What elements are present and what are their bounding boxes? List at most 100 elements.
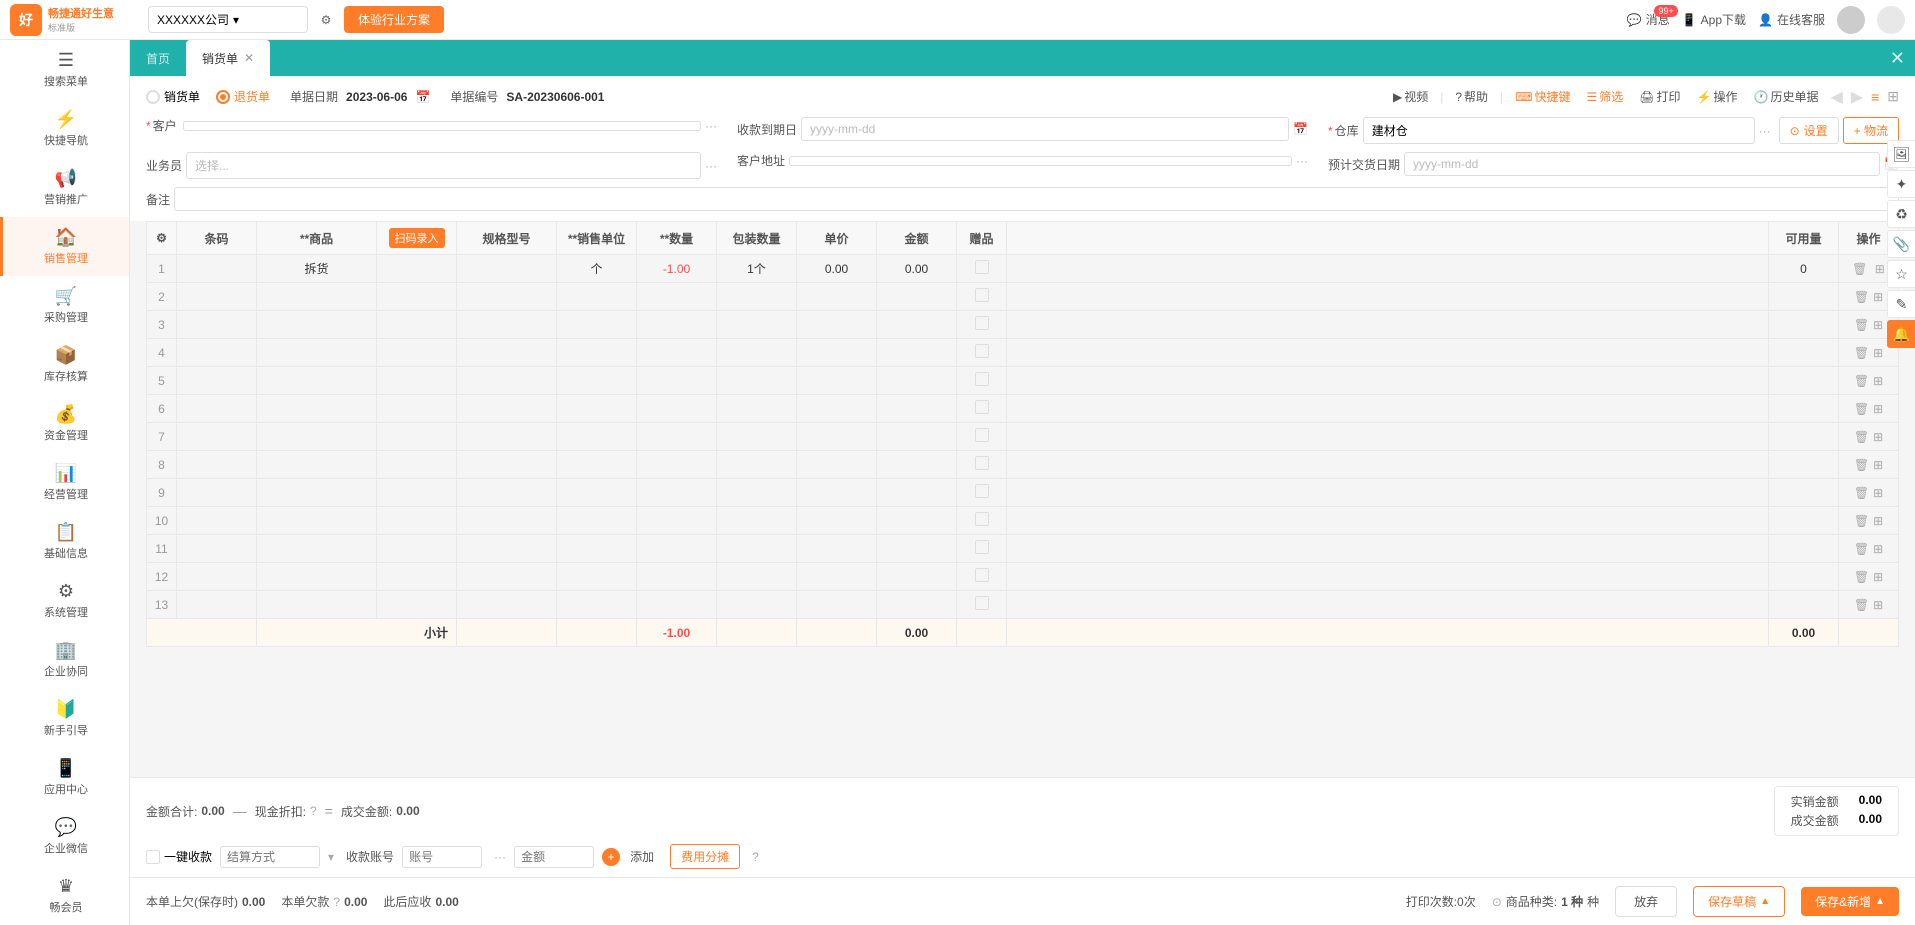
delete-icon[interactable]: 🗑: [1854, 486, 1869, 500]
goods-type-icon[interactable]: ⊙: [1492, 895, 1502, 909]
company-selector[interactable]: XXXXXX公司 ▾: [148, 6, 308, 33]
owe-help-icon[interactable]: ?: [333, 895, 340, 909]
discard-button[interactable]: 放弃: [1615, 886, 1677, 917]
message-btn[interactable]: 💬 消息 99+: [1627, 11, 1670, 28]
customer-input[interactable]: [183, 121, 701, 131]
delivery-date-input[interactable]: yyyy-mm-dd: [1404, 152, 1880, 176]
cell-note[interactable]: [1007, 255, 1769, 283]
copy-icon[interactable]: ⊞: [1873, 570, 1883, 584]
gift-checkbox[interactable]: [975, 400, 989, 414]
sidebar-item-member[interactable]: ♛ 畅会员: [0, 866, 129, 925]
action-btn-5[interactable]: ☆: [1887, 260, 1915, 288]
ops-btn[interactable]: ⚡ 操作: [1693, 86, 1742, 107]
cell-pkg-qty[interactable]: 1个: [717, 255, 797, 283]
help-btn[interactable]: ? 帮助: [1451, 86, 1492, 107]
action-btn-4[interactable]: 📎: [1887, 230, 1915, 258]
gift-checkbox[interactable]: [975, 568, 989, 582]
cell-product[interactable]: 拆货: [257, 255, 377, 283]
warehouse-ellipsis-icon[interactable]: ···: [1759, 124, 1771, 138]
radio-return[interactable]: 退货单: [216, 88, 270, 105]
filter-btn[interactable]: ☰ 筛选: [1583, 86, 1628, 107]
online-service-btn[interactable]: 👤 在线客服: [1758, 11, 1825, 28]
expense-split-button[interactable]: 费用分摊: [670, 844, 740, 869]
copy-icon[interactable]: ⊞: [1873, 374, 1883, 388]
delete-icon[interactable]: 🗑: [1852, 262, 1867, 276]
gift-checkbox[interactable]: [975, 288, 989, 302]
gift-checkbox[interactable]: [975, 456, 989, 470]
print-btn[interactable]: 🖨 打印: [1635, 86, 1684, 107]
trial-button[interactable]: 体验行业方案: [344, 6, 444, 33]
gift-checkbox[interactable]: [975, 344, 989, 358]
copy-icon[interactable]: ⊞: [1873, 402, 1883, 416]
sidebar-item-quicknav[interactable]: ⚡ 快捷导航: [0, 99, 129, 158]
user-avatar[interactable]: [1837, 6, 1865, 34]
copy-icon[interactable]: ⊞: [1873, 458, 1883, 472]
address-ellipsis-icon[interactable]: ···: [1296, 154, 1308, 168]
delete-icon[interactable]: 🗑: [1854, 374, 1869, 388]
copy-icon[interactable]: ⊞: [1873, 290, 1883, 304]
sidebar-item-sales[interactable]: 🏠 销售管理: [0, 217, 129, 276]
address-input[interactable]: [789, 156, 1292, 166]
sidebar-item-operations[interactable]: 📊 经营管理: [0, 453, 129, 512]
tab-sales-order[interactable]: 销货单 ✕: [186, 40, 270, 76]
gift-checkbox[interactable]: [975, 512, 989, 526]
delete-icon[interactable]: 🗑: [1854, 318, 1869, 332]
gift-checkbox[interactable]: [975, 316, 989, 330]
sidebar-item-marketing[interactable]: 📢 营销推广: [0, 158, 129, 217]
delete-icon[interactable]: 🗑: [1854, 598, 1869, 612]
save-new-button[interactable]: 保存&新增 ▲: [1801, 887, 1899, 916]
add-payment-button[interactable]: +: [602, 848, 620, 866]
copy-icon[interactable]: ⊞: [1873, 542, 1883, 556]
col-scan[interactable]: 扫码录入: [377, 222, 457, 255]
delete-icon[interactable]: 🗑: [1854, 346, 1869, 360]
delete-icon[interactable]: 🗑: [1854, 402, 1869, 416]
sidebar-item-basic[interactable]: 📋 基础信息: [0, 512, 129, 571]
account-input[interactable]: [402, 846, 482, 868]
method-dropdown-icon[interactable]: ▾: [328, 850, 334, 864]
gift-checkbox[interactable]: [975, 596, 989, 610]
gift-checkbox[interactable]: [975, 372, 989, 386]
shortcut-btn[interactable]: ⌨ 快捷键: [1511, 86, 1574, 107]
gift-checkbox[interactable]: [975, 540, 989, 554]
delete-icon[interactable]: 🗑: [1854, 514, 1869, 528]
copy-icon[interactable]: ⊞: [1873, 318, 1883, 332]
video-btn[interactable]: ▶ 视频: [1389, 86, 1432, 107]
delete-icon[interactable]: 🗑: [1854, 430, 1869, 444]
set-button[interactable]: ⊙ 设置: [1779, 117, 1839, 144]
sidebar-item-purchase[interactable]: 🛒 采购管理: [0, 276, 129, 335]
sidebar-item-wechat[interactable]: 💬 企业微信: [0, 807, 129, 866]
sidebar-item-enterprise[interactable]: 🏢 企业协同: [0, 630, 129, 689]
user-avatar-2[interactable]: [1877, 6, 1905, 34]
sidebar-item-system[interactable]: ⚙ 系统管理: [0, 571, 129, 630]
cell-spec[interactable]: [457, 255, 557, 283]
col-settings[interactable]: ⚙: [147, 222, 177, 255]
warehouse-input[interactable]: 建材仓: [1363, 117, 1755, 144]
due-date-calendar-icon[interactable]: 📅: [1293, 122, 1308, 136]
copy-icon[interactable]: ⊞: [1875, 262, 1885, 276]
payment-method-input[interactable]: [220, 846, 320, 868]
cell-qty[interactable]: -1.00: [637, 255, 717, 283]
delete-icon[interactable]: 🗑: [1854, 458, 1869, 472]
copy-icon[interactable]: ⊞: [1873, 430, 1883, 444]
tab-close-all-icon[interactable]: ✕: [1890, 48, 1905, 69]
amount-input[interactable]: [514, 846, 594, 868]
copy-icon[interactable]: ⊞: [1873, 514, 1883, 528]
action-btn-2[interactable]: ✦: [1887, 170, 1915, 198]
delete-icon[interactable]: 🗑: [1854, 290, 1869, 304]
action-btn-3[interactable]: ♻: [1887, 200, 1915, 228]
delete-icon[interactable]: 🗑: [1854, 542, 1869, 556]
one-click-payment-checkbox[interactable]: 一键收款: [146, 848, 212, 865]
action-btn-1[interactable]: 🖼: [1887, 140, 1915, 168]
customer-ellipsis-icon[interactable]: ···: [705, 119, 717, 133]
cell-gift[interactable]: [957, 255, 1007, 283]
help-circle-icon[interactable]: ?: [310, 804, 317, 818]
tab-home[interactable]: 首页: [130, 40, 186, 76]
scan-input-btn[interactable]: 扫码录入: [389, 228, 445, 248]
gift-checkbox[interactable]: [975, 260, 989, 274]
calendar-icon[interactable]: 📅: [415, 90, 430, 104]
copy-icon[interactable]: ⊞: [1873, 598, 1883, 612]
history-btn[interactable]: 🕐 历史单据: [1750, 86, 1823, 107]
cell-price[interactable]: 0.00: [797, 255, 877, 283]
delete-icon[interactable]: 🗑: [1854, 570, 1869, 584]
due-date-input[interactable]: yyyy-mm-dd: [801, 117, 1289, 141]
